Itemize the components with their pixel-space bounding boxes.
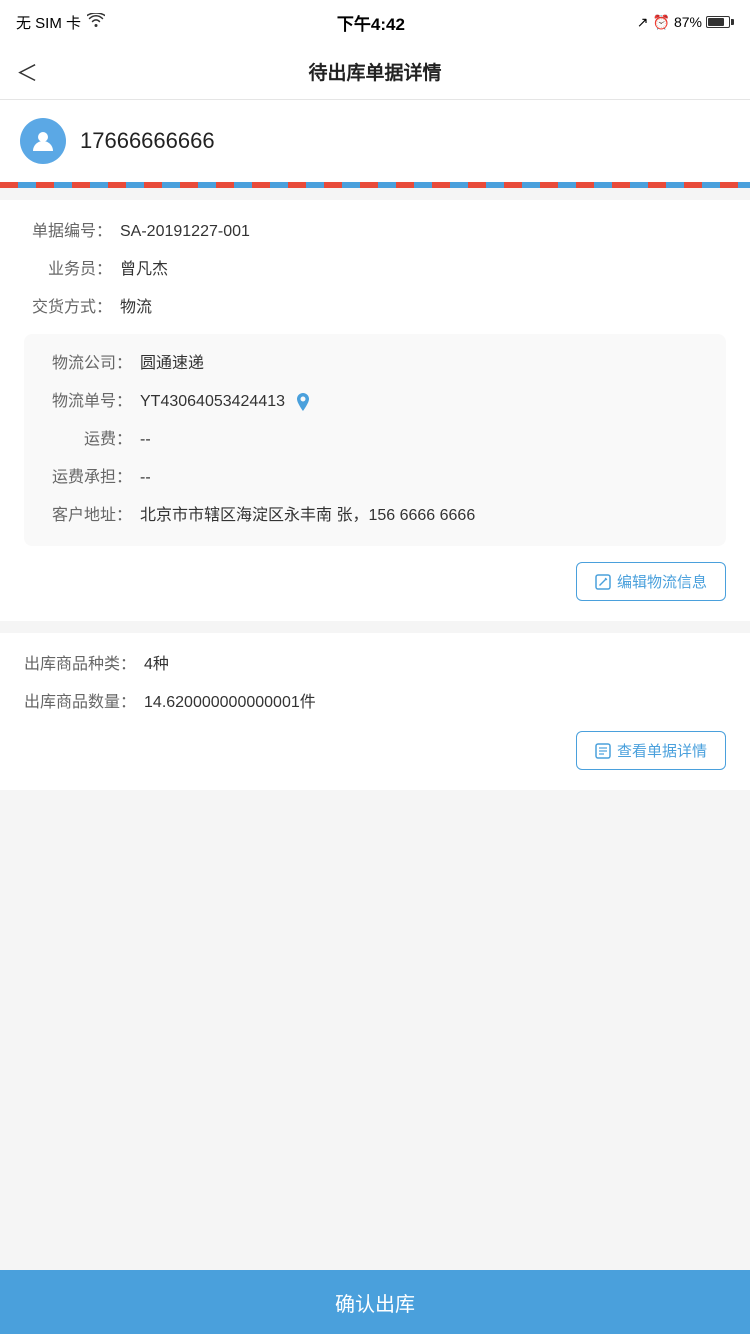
avatar xyxy=(20,118,66,164)
product-quantity-row: 出库商品数量： 14.620000000000001件 xyxy=(24,691,726,715)
dashed-divider xyxy=(0,182,750,188)
status-time: 下午4:42 xyxy=(337,10,405,35)
logistics-company-label: 物流公司： xyxy=(44,352,132,376)
location-icon: ↗ xyxy=(637,14,649,31)
customer-header: 17666666666 xyxy=(0,100,750,182)
freight-value: -- xyxy=(140,428,706,452)
product-quantity-value: 14.620000000000001件 xyxy=(144,691,726,715)
address-label: 客户地址： xyxy=(44,504,132,528)
product-section: 出库商品种类： 4种 出库商品数量： 14.620000000000001件 查… xyxy=(0,633,750,790)
order-no-row: 单据编号： SA-20191227-001 xyxy=(24,220,726,244)
freight-row: 运费： -- xyxy=(44,428,706,452)
delivery-type-label: 交货方式： xyxy=(24,296,112,320)
view-detail-area: 查看单据详情 xyxy=(24,731,726,770)
freight-label: 运费： xyxy=(44,428,132,452)
alarm-icon: ⏰ xyxy=(653,14,670,31)
wifi-icon xyxy=(87,13,105,31)
logistics-tracking-row: 物流单号： YT43064053424413 xyxy=(44,390,706,414)
salesman-row: 业务员： 曾凡杰 xyxy=(24,258,726,282)
status-bar: 无 SIM 卡 下午4:42 ↗ ⏰ 87% xyxy=(0,0,750,44)
logistics-tracking-label: 物流单号： xyxy=(44,390,132,414)
customer-phone: 17666666666 xyxy=(80,128,215,154)
carrier-label: 无 SIM 卡 xyxy=(16,12,81,33)
salesman-label: 业务员： xyxy=(24,258,112,282)
product-type-label: 出库商品种类： xyxy=(24,653,136,677)
confirm-button[interactable]: 确认出库 xyxy=(0,1270,750,1334)
freight-bearer-row: 运费承担： -- xyxy=(44,466,706,490)
view-detail-button[interactable]: 查看单据详情 xyxy=(576,731,726,770)
address-row: 客户地址： 北京市市辖区海淀区永丰南 张，156 6666 6666 xyxy=(44,504,706,528)
edit-logistics-area: 编辑物流信息 xyxy=(24,562,726,601)
logistics-tracking-value: YT43064053424413 xyxy=(140,390,706,414)
order-no-value: SA-20191227-001 xyxy=(120,220,726,244)
edit-logistics-button[interactable]: 编辑物流信息 xyxy=(576,562,726,601)
delivery-type-row: 交货方式： 物流 xyxy=(24,296,726,320)
nav-bar: ＜ 待出库单据详情 xyxy=(0,44,750,100)
logistics-company-value: 圆通速递 xyxy=(140,352,706,376)
logistics-company-row: 物流公司： 圆通速递 xyxy=(44,352,706,376)
order-no-label: 单据编号： xyxy=(24,220,112,244)
address-value: 北京市市辖区海淀区永丰南 张，156 6666 6666 xyxy=(140,504,706,528)
nav-title: 待出库单据详情 xyxy=(308,58,441,85)
status-right: ↗ ⏰ 87% xyxy=(637,14,734,31)
freight-bearer-label: 运费承担： xyxy=(44,466,132,490)
freight-bearer-value: -- xyxy=(140,466,706,490)
product-type-row: 出库商品种类： 4种 xyxy=(24,653,726,677)
delivery-type-value: 物流 xyxy=(120,296,726,320)
battery-label: 87% xyxy=(674,14,702,30)
status-left: 无 SIM 卡 xyxy=(16,12,105,33)
confirm-label: 确认出库 xyxy=(335,1288,415,1317)
battery-icon xyxy=(706,16,734,28)
map-pin-icon[interactable] xyxy=(293,392,313,412)
product-quantity-label: 出库商品数量： xyxy=(24,691,136,715)
salesman-value: 曾凡杰 xyxy=(120,258,726,282)
logistics-card: 物流公司： 圆通速递 物流单号： YT43064053424413 运费： --… xyxy=(24,334,726,546)
order-info-section: 单据编号： SA-20191227-001 业务员： 曾凡杰 交货方式： 物流 … xyxy=(0,200,750,621)
product-type-value: 4种 xyxy=(144,653,726,677)
bottom-spacer xyxy=(0,790,750,990)
back-button[interactable]: ＜ xyxy=(16,56,38,88)
